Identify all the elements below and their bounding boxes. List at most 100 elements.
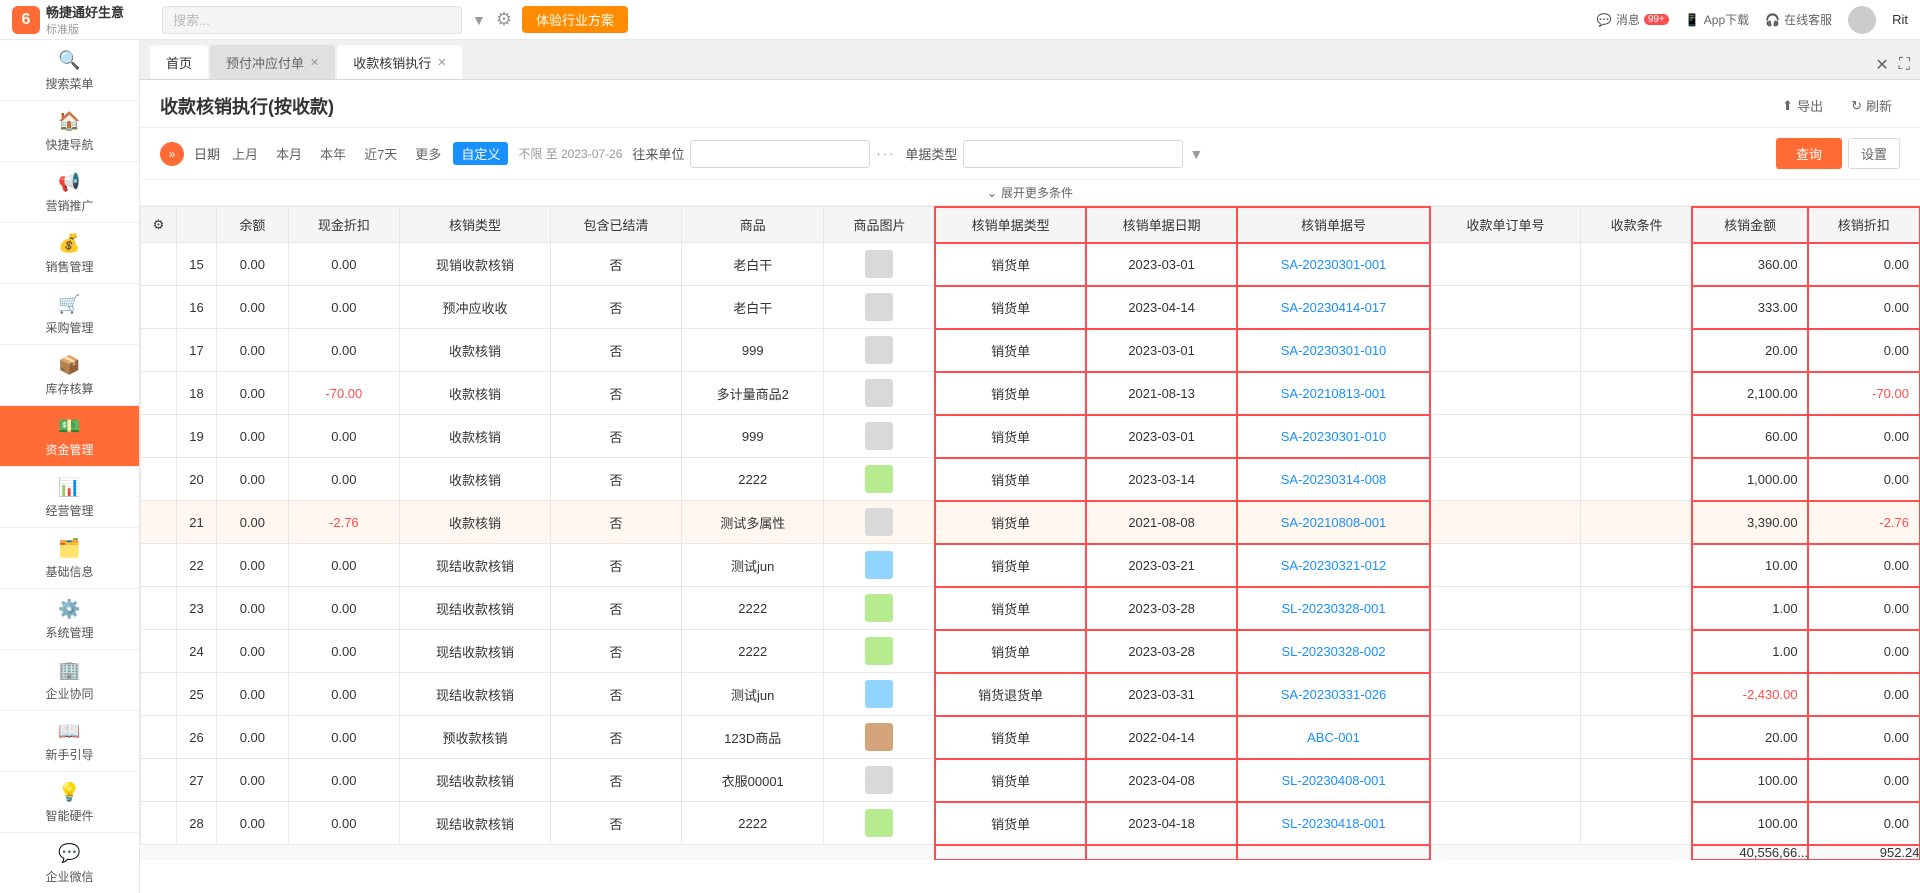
expand-conditions-btn[interactable]: ⌄ 展开更多条件 xyxy=(987,184,1073,201)
doc-no-link[interactable]: SA-20210808-001 xyxy=(1281,515,1387,530)
filter-more[interactable]: 更多 xyxy=(409,142,447,165)
tab-prepay-close[interactable]: ✕ xyxy=(310,56,319,69)
filter-from-unit-input[interactable] xyxy=(690,140,870,168)
td-write-off-doc-no[interactable]: SL-20230408-001 xyxy=(1237,759,1430,802)
filter-from-unit-label: 往来单位 xyxy=(632,144,684,163)
top-search-bar[interactable]: 搜索... xyxy=(162,6,462,34)
refresh-btn[interactable]: ↻ 刷新 xyxy=(1843,92,1900,119)
sidebar-item-basic[interactable]: 🗂️ 基础信息 xyxy=(0,528,139,589)
td-include-settled: 否 xyxy=(550,372,681,415)
td-receipt-order-no xyxy=(1430,329,1581,372)
td-write-off-doc-no[interactable]: SA-20230331-026 xyxy=(1237,673,1430,716)
tab-prepay[interactable]: 预付冲应付单 ✕ xyxy=(210,45,335,79)
dropdown-icon[interactable]: ▼ xyxy=(472,12,486,28)
doc-no-link[interactable]: SA-20230301-010 xyxy=(1281,429,1387,444)
doc-no-link[interactable]: SA-20210813-001 xyxy=(1281,386,1387,401)
main-layout: 🔍 搜索菜单 🏠 快捷导航 📢 营销推广 💰 销售管理 🛒 采购管理 📦 库存核… xyxy=(0,40,1920,893)
tab-home[interactable]: 首页 xyxy=(150,45,208,79)
td-write-off-discount: 0.00 xyxy=(1808,802,1919,845)
filter-doc-type-dropdown-icon[interactable]: ▼ xyxy=(1189,146,1203,162)
sidebar-item-operation[interactable]: 📊 经营管理 xyxy=(0,467,139,528)
filter-this-year[interactable]: 本年 xyxy=(314,142,352,165)
doc-no-link[interactable]: SA-20230301-010 xyxy=(1281,343,1387,358)
filter-doc-type-group: 单据类型 ▼ xyxy=(905,140,1203,168)
filter-custom[interactable]: 自定义 xyxy=(453,142,508,165)
td-write-off-doc-no[interactable]: SA-20230414-017 xyxy=(1237,286,1430,329)
doc-no-link[interactable]: SA-20230321-012 xyxy=(1281,558,1387,573)
td-write-off-type: 收款核销 xyxy=(400,415,551,458)
doc-no-link[interactable]: SL-20230408-001 xyxy=(1281,773,1385,788)
filter-last-month[interactable]: 上月 xyxy=(226,142,264,165)
doc-no-link[interactable]: ABC-001 xyxy=(1307,730,1360,745)
td-write-off-discount: 0.00 xyxy=(1808,544,1919,587)
export-btn[interactable]: ⬆ 导出 xyxy=(1774,92,1831,119)
td-write-off-doc-no[interactable]: SL-20230418-001 xyxy=(1237,802,1430,845)
td-row-num: 16 xyxy=(177,286,217,329)
sidebar-item-guide[interactable]: 🏠 快捷导航 xyxy=(0,101,139,162)
content-area: 首页 预付冲应付单 ✕ 收款核销执行 ✕ ✕ ⛶ 收款核销执行(按收款) xyxy=(140,40,1920,893)
sidebar-item-newbie[interactable]: 📖 新手引导 xyxy=(0,711,139,772)
th-settings[interactable]: ⚙ xyxy=(141,207,177,243)
td-write-off-doc-no[interactable]: SA-20230301-001 xyxy=(1237,243,1430,286)
app-download-btn[interactable]: 📱 App下载 xyxy=(1685,11,1749,28)
sidebar-item-system[interactable]: ⚙️ 系统管理 xyxy=(0,589,139,650)
doc-no-link[interactable]: SA-20230301-001 xyxy=(1281,257,1387,272)
industry-btn[interactable]: 体验行业方案 xyxy=(522,6,628,33)
sidebar-item-enterprise[interactable]: 🏢 企业协同 xyxy=(0,650,139,711)
td-write-off-doc-no[interactable]: SL-20230328-001 xyxy=(1237,587,1430,630)
td-write-off-doc-date: 2023-04-08 xyxy=(1086,759,1237,802)
tab-maximize-icon[interactable]: ⛶ xyxy=(1899,56,1910,74)
td-write-off-doc-no[interactable]: SL-20230328-002 xyxy=(1237,630,1430,673)
tab-close-all-icon[interactable]: ✕ xyxy=(1875,55,1888,75)
sidebar-item-inventory[interactable]: 📦 库存核算 xyxy=(0,345,139,406)
td-cash-discount: -2.76 xyxy=(288,501,399,544)
td-write-off-doc-no[interactable]: SA-20230314-008 xyxy=(1237,458,1430,501)
td-write-off-doc-no[interactable]: SA-20230321-012 xyxy=(1237,544,1430,587)
doc-no-link[interactable]: SL-20230418-001 xyxy=(1281,816,1385,831)
filter-doc-type-input[interactable] xyxy=(963,140,1183,168)
td-receipt-order-no xyxy=(1430,458,1581,501)
doc-no-link[interactable]: SL-20230328-002 xyxy=(1281,644,1385,659)
tab-collection[interactable]: 收款核销执行 ✕ xyxy=(337,45,462,79)
tab-collection-close[interactable]: ✕ xyxy=(437,56,446,69)
td-goods: 老白干 xyxy=(682,243,824,286)
td-write-off-doc-no[interactable]: SA-20230301-010 xyxy=(1237,329,1430,372)
sidebar-item-finance[interactable]: 💵 资金管理 xyxy=(0,406,139,467)
td-write-off-doc-no[interactable]: SA-20210808-001 xyxy=(1237,501,1430,544)
td-receipt-condition xyxy=(1581,544,1692,587)
doc-no-link[interactable]: SA-20230331-026 xyxy=(1281,687,1387,702)
th-write-off-doc-no: 核销单据号 xyxy=(1237,207,1430,243)
sidebar-item-sales[interactable]: 💰 销售管理 xyxy=(0,223,139,284)
basic-icon: 🗂️ xyxy=(58,538,80,559)
sidebar-item-marketing[interactable]: 📢 营销推广 xyxy=(0,162,139,223)
sidebar-item-search[interactable]: 🔍 搜索菜单 xyxy=(0,40,139,101)
sidebar-item-hardware[interactable]: 💡 智能硬件 xyxy=(0,772,139,833)
online-service-btn[interactable]: 🎧 在线客服 xyxy=(1765,11,1832,28)
sidebar-item-purchase[interactable]: 🛒 采购管理 xyxy=(0,284,139,345)
td-include-settled: 否 xyxy=(550,544,681,587)
td-write-off-doc-type: 销货单 xyxy=(935,372,1086,415)
message-btn[interactable]: 💬 消息 99+ xyxy=(1597,11,1669,28)
td-goods-img xyxy=(824,415,935,458)
filter-toggle-btn[interactable]: » xyxy=(160,142,184,166)
settings-icon[interactable]: ⚙ xyxy=(496,9,512,30)
td-write-off-doc-no[interactable]: ABC-001 xyxy=(1237,716,1430,759)
td-write-off-doc-no[interactable]: SA-20230301-010 xyxy=(1237,415,1430,458)
doc-no-link[interactable]: SA-20230314-008 xyxy=(1281,472,1387,487)
doc-no-link[interactable]: SA-20230414-017 xyxy=(1281,300,1387,315)
td-write-off-doc-date: 2022-04-14 xyxy=(1086,716,1237,759)
td-goods: 999 xyxy=(682,415,824,458)
query-btn[interactable]: 查询 xyxy=(1776,138,1842,169)
doc-no-link[interactable]: SL-20230328-001 xyxy=(1281,601,1385,616)
filter-settings-btn[interactable]: 设置 xyxy=(1848,138,1900,169)
filter-last-7-days[interactable]: 近7天 xyxy=(358,142,403,165)
td-write-off-doc-no[interactable]: SA-20210813-001 xyxy=(1237,372,1430,415)
td-write-off-doc-date: 2023-03-21 xyxy=(1086,544,1237,587)
sidebar-item-wechat[interactable]: 💬 企业微信 xyxy=(0,833,139,893)
filter-this-month[interactable]: 本月 xyxy=(270,142,308,165)
user-avatar[interactable] xyxy=(1848,6,1876,34)
td-write-off-amount: 360.00 xyxy=(1692,243,1808,286)
td-write-off-discount: 0.00 xyxy=(1808,458,1919,501)
table-settings-icon[interactable]: ⚙ xyxy=(153,217,165,232)
page-title: 收款核销执行(按收款) xyxy=(160,93,334,119)
